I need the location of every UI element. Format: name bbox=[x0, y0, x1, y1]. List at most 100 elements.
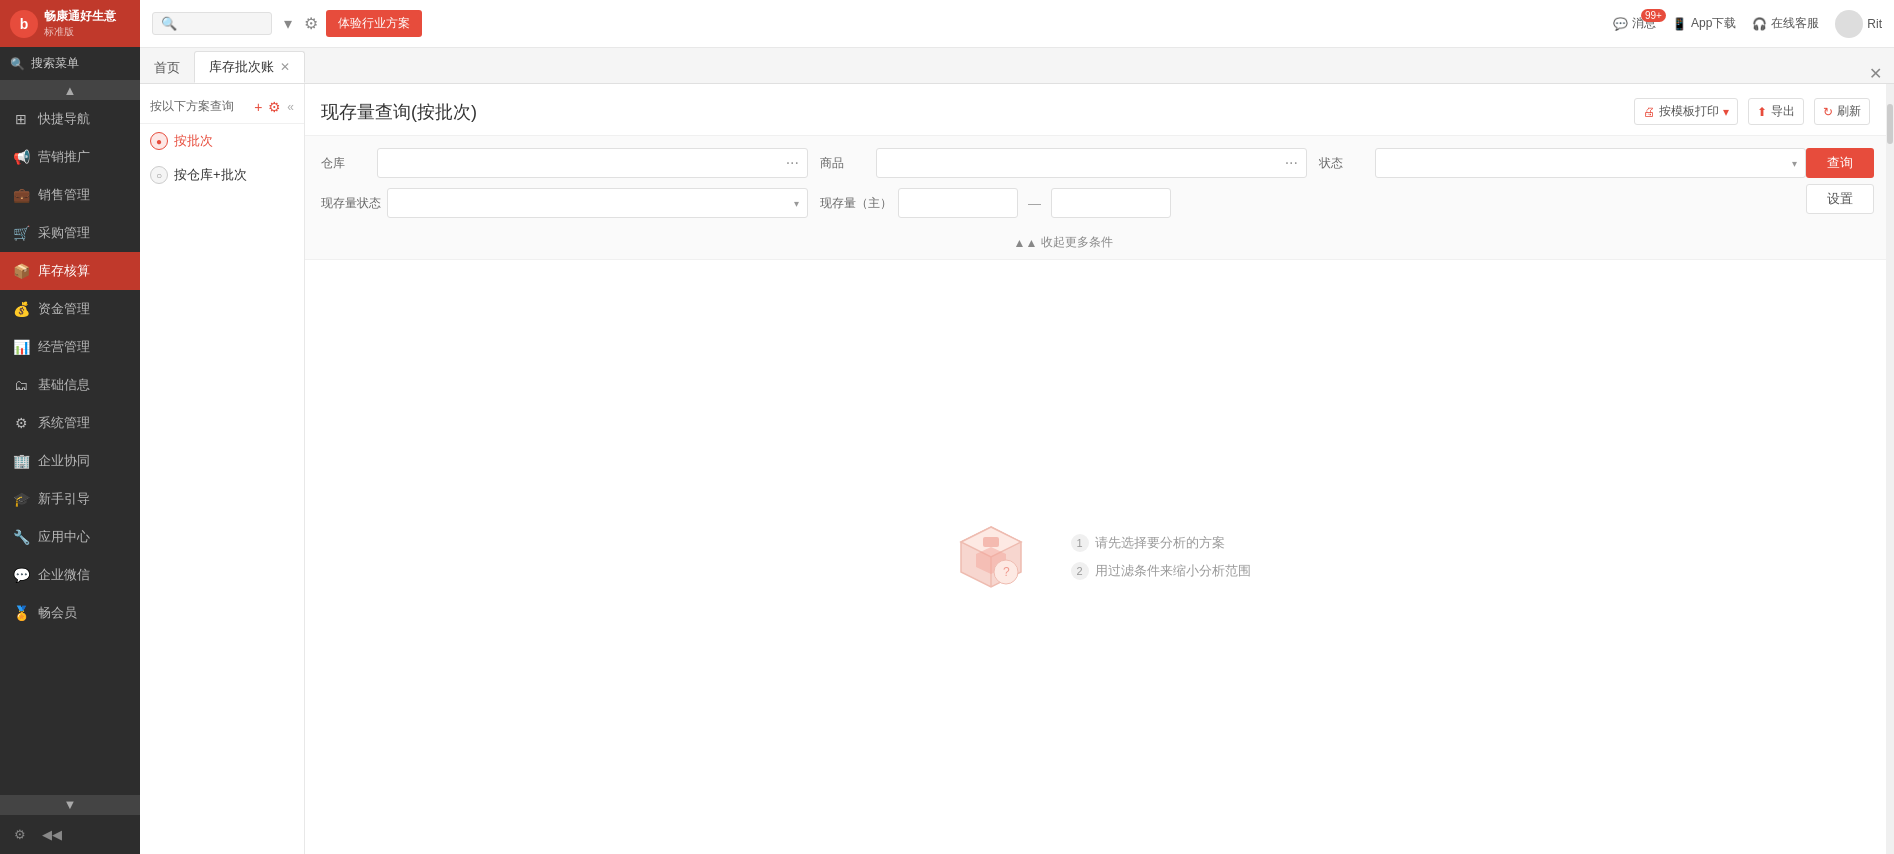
topbar: 🔍 ▾ ⚙ 体验行业方案 💬 消息 99+ 📱 App下载 🎧 在线客服 Rit bbox=[140, 0, 1894, 48]
refresh-button[interactable]: ↻ 刷新 bbox=[1814, 98, 1870, 125]
query-button[interactable]: 查询 bbox=[1806, 148, 1874, 178]
sidebar-item-label: 系统管理 bbox=[38, 414, 90, 432]
export-button[interactable]: ⬆ 导出 bbox=[1748, 98, 1804, 125]
trial-button[interactable]: 体验行业方案 bbox=[326, 10, 422, 37]
quantity-label: 现存量（主） bbox=[820, 195, 892, 212]
sidebar-collapse-button[interactable]: ◀◀ bbox=[38, 823, 66, 846]
tab-kucun-pi[interactable]: 库存批次账 ✕ bbox=[194, 51, 305, 83]
sidebar-item-weixin[interactable]: 💬 企业微信 bbox=[0, 556, 140, 594]
topbar-search-box[interactable]: 🔍 bbox=[152, 12, 272, 35]
svg-text:?: ? bbox=[1003, 565, 1010, 579]
right-content: 现存量查询(按批次) 🖨 按模板打印 ▾ ⬆ 导出 ↻ 刷新 bbox=[305, 84, 1886, 854]
weixin-icon: 💬 bbox=[12, 566, 30, 584]
empty-illustration: ? bbox=[941, 507, 1041, 607]
sidebar-scroll-down[interactable]: ▼ bbox=[0, 795, 140, 814]
sidebar-item-xinshou[interactable]: 🎓 新手引导 bbox=[0, 480, 140, 518]
status-label: 状态 bbox=[1319, 155, 1369, 172]
print-dropdown-icon[interactable]: ▾ bbox=[1723, 105, 1729, 119]
left-panel-settings-button[interactable]: ⚙ bbox=[268, 99, 281, 115]
sidebar-scroll-up[interactable]: ▲ bbox=[0, 81, 140, 100]
app-download-label: App下载 bbox=[1691, 15, 1736, 32]
sidebar-item-qiye[interactable]: 🏢 企业协同 bbox=[0, 442, 140, 480]
inventory-status-label: 现存量状态 bbox=[321, 195, 381, 212]
left-panel: 按以下方案查询 + ⚙ « ● 按批次 ○ 按仓库+批次 bbox=[140, 84, 305, 854]
sidebar-item-jichu[interactable]: 🗂 基础信息 bbox=[0, 366, 140, 404]
left-panel-item-cangku-pi[interactable]: ○ 按仓库+批次 bbox=[140, 158, 304, 192]
svg-rect-4 bbox=[983, 537, 999, 547]
empty-tips: 1 请先选择要分析的方案 2 用过滤条件来缩小分析范围 bbox=[1071, 534, 1251, 580]
xitong-icon: ⚙ bbox=[12, 414, 30, 432]
tab-kucun-pi-label: 库存批次账 bbox=[209, 58, 274, 76]
print-label: 按模板打印 bbox=[1659, 103, 1719, 120]
quantity-min-input[interactable] bbox=[898, 188, 1018, 218]
search-icon: 🔍 bbox=[10, 57, 25, 71]
topbar-gear-settings[interactable]: ⚙ bbox=[304, 14, 318, 33]
left-panel-actions: + ⚙ « bbox=[254, 99, 294, 115]
user-action[interactable]: Rit bbox=[1835, 10, 1882, 38]
tip-2-text: 用过滤条件来缩小分析范围 bbox=[1095, 562, 1251, 580]
print-button[interactable]: 🖨 按模板打印 ▾ bbox=[1634, 98, 1738, 125]
quantity-max-input[interactable] bbox=[1051, 188, 1171, 218]
sidebar-item-xitong[interactable]: ⚙ 系统管理 bbox=[0, 404, 140, 442]
sidebar-item-kuaijie[interactable]: ⊞ 快捷导航 bbox=[0, 100, 140, 138]
messages-badge: 99+ bbox=[1641, 9, 1666, 22]
filter-status: 状态 ▾ bbox=[1319, 148, 1806, 178]
left-panel-item-pici[interactable]: ● 按批次 bbox=[140, 124, 304, 158]
inventory-status-arrow: ▾ bbox=[794, 198, 799, 209]
empty-tip-1: 1 请先选择要分析的方案 bbox=[1071, 534, 1251, 552]
right-scrollbar[interactable] bbox=[1886, 84, 1894, 854]
app-logo: b bbox=[10, 10, 38, 38]
caigou-icon: 🛒 bbox=[12, 224, 30, 242]
xinshou-icon: 🎓 bbox=[12, 490, 30, 508]
yingxiao-icon: 📢 bbox=[12, 148, 30, 166]
quantity-dash: — bbox=[1022, 196, 1047, 211]
messages-action[interactable]: 💬 消息 99+ bbox=[1613, 15, 1656, 32]
topbar-search-input[interactable] bbox=[181, 17, 261, 31]
sidebar-settings-button[interactable]: ⚙ bbox=[10, 823, 30, 846]
topbar-gear-icon[interactable]: ▾ bbox=[280, 10, 296, 37]
refresh-label: 刷新 bbox=[1837, 103, 1861, 120]
page-content: 按以下方案查询 + ⚙ « ● 按批次 ○ 按仓库+批次 现存量查询(按批次) bbox=[140, 84, 1894, 854]
sidebar-item-label: 销售管理 bbox=[38, 186, 90, 204]
collapse-more-label: 收起更多条件 bbox=[1041, 234, 1113, 251]
sidebar-item-yingyong[interactable]: 🔧 应用中心 bbox=[0, 518, 140, 556]
sidebar-item-label: 新手引导 bbox=[38, 490, 90, 508]
sidebar-item-kucun[interactable]: 📦 库存核算 bbox=[0, 252, 140, 290]
jichu-icon: 🗂 bbox=[12, 376, 30, 394]
messages-icon: 💬 bbox=[1613, 17, 1628, 31]
tab-bar-close-button[interactable]: ✕ bbox=[1857, 64, 1894, 83]
tab-home[interactable]: 首页 bbox=[140, 53, 194, 83]
page-header-actions: 🖨 按模板打印 ▾ ⬆ 导出 ↻ 刷新 bbox=[1634, 98, 1870, 125]
sidebar-search[interactable]: 🔍 搜索菜单 bbox=[0, 47, 140, 81]
online-service-action[interactable]: 🎧 在线客服 bbox=[1752, 15, 1819, 32]
sidebar-item-huiyuan[interactable]: 🏅 畅会员 bbox=[0, 594, 140, 632]
sidebar-item-yingxiao[interactable]: 📢 营销推广 bbox=[0, 138, 140, 176]
tab-close-icon[interactable]: ✕ bbox=[280, 60, 290, 74]
warehouse-input[interactable]: ··· bbox=[377, 148, 808, 178]
empty-tip-2: 2 用过滤条件来缩小分析范围 bbox=[1071, 562, 1251, 580]
pici-icon: ● bbox=[150, 132, 168, 150]
inventory-status-select[interactable]: ▾ bbox=[387, 188, 808, 218]
left-panel-add-button[interactable]: + bbox=[254, 99, 262, 115]
filter-inventory-status: 现存量状态 ▾ bbox=[321, 188, 808, 218]
sidebar-item-xiaoshou[interactable]: 💼 销售管理 bbox=[0, 176, 140, 214]
filter-settings-button[interactable]: 设置 bbox=[1806, 184, 1874, 214]
tabbar: 首页 库存批次账 ✕ ✕ bbox=[140, 48, 1894, 84]
cangku-pi-label: 按仓库+批次 bbox=[174, 166, 247, 184]
status-select[interactable]: ▾ bbox=[1375, 148, 1806, 178]
filter-container: 仓库 ··· 商品 ··· 状态 bbox=[305, 136, 1886, 260]
app-title-wrap: 畅康通好生意 标准版 bbox=[44, 8, 116, 39]
sidebar-item-caigou[interactable]: 🛒 采购管理 bbox=[0, 214, 140, 252]
quantity-range: — bbox=[898, 188, 1171, 218]
product-input[interactable]: ··· bbox=[876, 148, 1307, 178]
main-area: 🔍 ▾ ⚙ 体验行业方案 💬 消息 99+ 📱 App下载 🎧 在线客服 Rit bbox=[140, 0, 1894, 854]
sidebar-item-jingying[interactable]: 📊 经营管理 bbox=[0, 328, 140, 366]
page-header: 现存量查询(按批次) 🖨 按模板打印 ▾ ⬆ 导出 ↻ 刷新 bbox=[305, 84, 1886, 136]
sidebar-item-zijin[interactable]: 💰 资金管理 bbox=[0, 290, 140, 328]
warehouse-dots: ··· bbox=[786, 154, 799, 172]
left-panel-collapse-button[interactable]: « bbox=[287, 100, 294, 114]
export-icon: ⬆ bbox=[1757, 105, 1767, 119]
collapse-more-button[interactable]: ▲▲ 收起更多条件 bbox=[321, 228, 1806, 251]
app-download-action[interactable]: 📱 App下载 bbox=[1672, 15, 1736, 32]
pici-label: 按批次 bbox=[174, 132, 213, 150]
